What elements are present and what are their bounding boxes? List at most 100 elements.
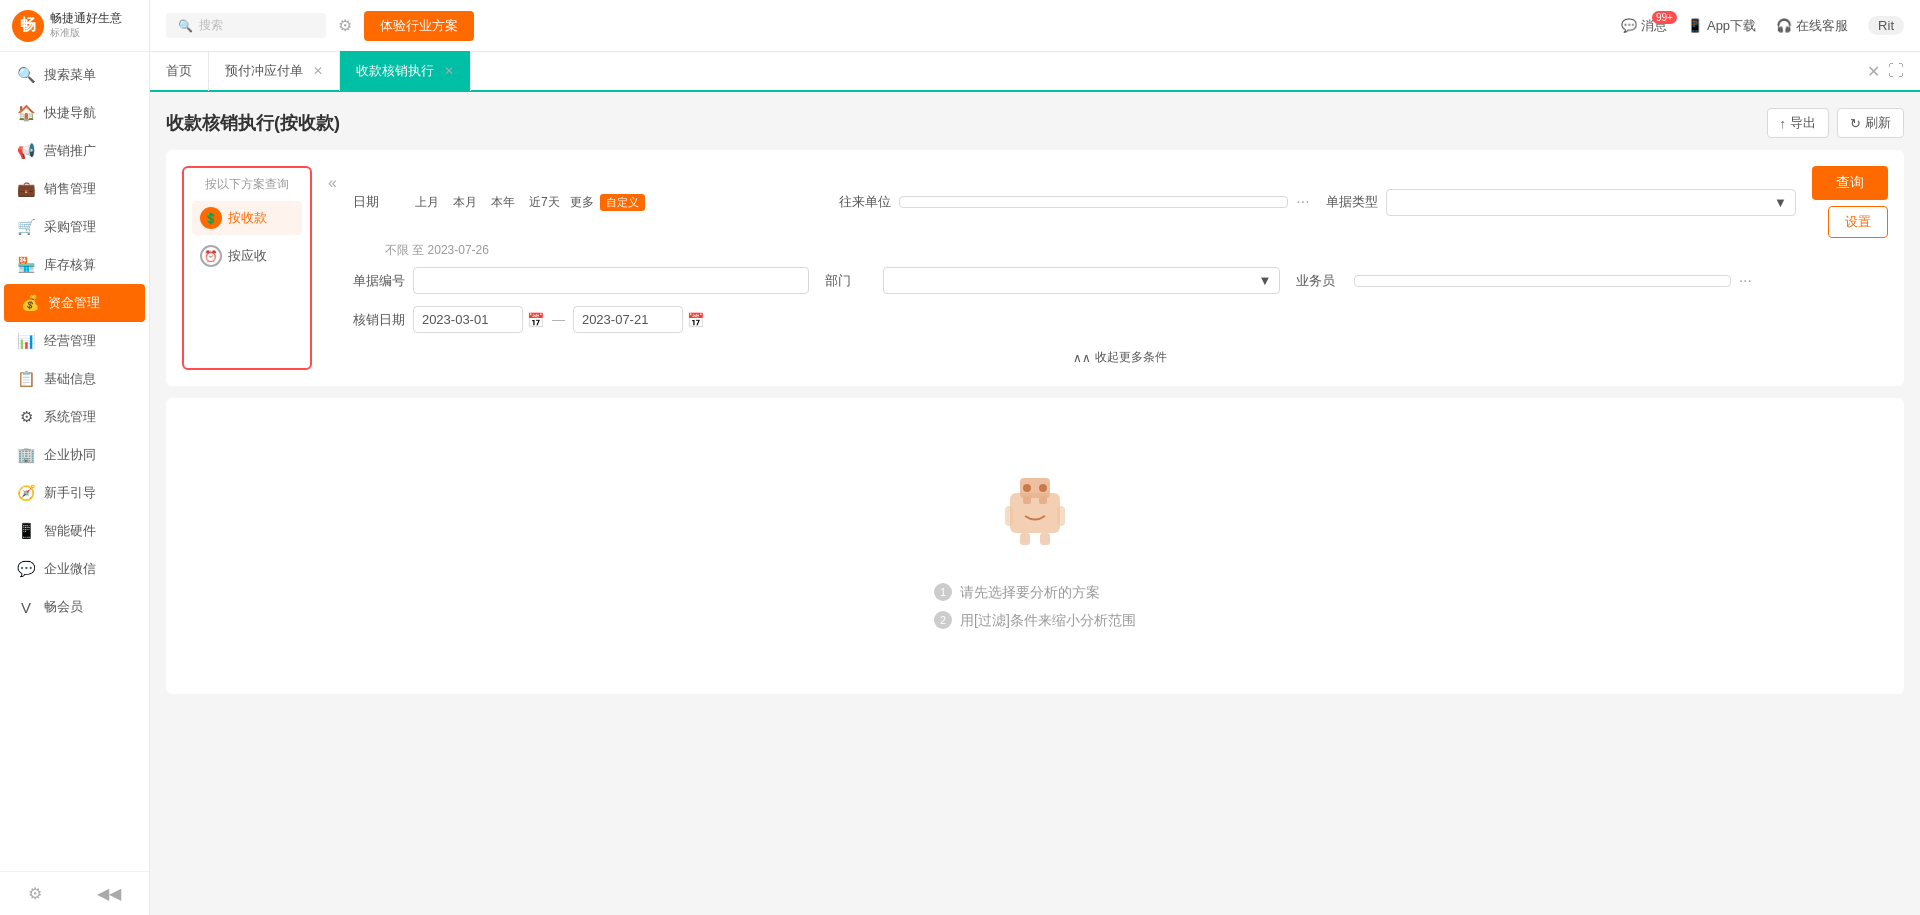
sidebar-nav: 🔍 搜索菜单 🏠 快捷导航 📢 营销推广 💼 销售管理 🛒 采购管理 🏪 库存核…	[0, 52, 149, 871]
operations-icon: 📊	[16, 332, 36, 350]
sidebar-item-weixin[interactable]: 💬 企业微信	[0, 550, 149, 588]
tab-home[interactable]: 首页	[150, 51, 209, 91]
sidebar-item-finance[interactable]: 💰 资金管理	[4, 284, 145, 322]
sidebar-item-sales[interactable]: 💼 销售管理	[0, 170, 149, 208]
counterpart-filter: 往来单位 ···	[839, 193, 1309, 211]
shortcut-more[interactable]: 更多	[570, 194, 594, 211]
shortcut-this-month[interactable]: 本月	[449, 192, 481, 213]
collapse-more-button[interactable]: ∧∧ 收起更多条件	[1061, 345, 1179, 370]
svg-rect-7	[1057, 506, 1065, 526]
sidebar-item-quicknav[interactable]: 🏠 快捷导航	[0, 94, 149, 132]
docno-input[interactable]	[413, 267, 809, 294]
doctype-chevron: ▼	[1774, 195, 1787, 210]
brand-name: 畅捷通好生意	[50, 11, 122, 27]
tab-prepay-close[interactable]: ✕	[313, 64, 323, 78]
topbar-gear-icon[interactable]: ⚙	[338, 16, 352, 35]
svg-rect-9	[1040, 533, 1050, 545]
verify-date-end-input[interactable]	[573, 306, 683, 333]
sidebar-item-system[interactable]: ⚙ 系统管理	[0, 398, 149, 436]
svg-point-2	[1023, 484, 1031, 492]
sidebar-item-label-finance: 资金管理	[48, 294, 100, 312]
message-badge: 99+	[1652, 11, 1677, 24]
collapse-sidebar-icon[interactable]: ◀◀	[89, 880, 129, 907]
doctype-select[interactable]: ▼	[1386, 189, 1796, 216]
user-menu[interactable]: Rit	[1868, 16, 1904, 35]
receivable-icon: ⏰	[200, 245, 222, 267]
message-button[interactable]: 💬 消息 99+	[1621, 17, 1667, 35]
expand-icon[interactable]: ⛶	[1888, 62, 1904, 80]
staff-more-btn[interactable]: ···	[1739, 272, 1752, 290]
sidebar-item-basicinfo[interactable]: 📋 基础信息	[0, 360, 149, 398]
query-button[interactable]: 查询	[1812, 166, 1888, 200]
shortcut-7days[interactable]: 近7天	[525, 192, 564, 213]
hint-item-1: 1 请先选择要分析的方案	[934, 578, 1136, 606]
refresh-button[interactable]: ↻ 刷新	[1837, 108, 1904, 138]
sidebar-item-inventory[interactable]: 🏪 库存核算	[0, 246, 149, 284]
headset-icon: 🎧	[1776, 18, 1792, 33]
filter-option-by-receipt[interactable]: 💲 按收款	[192, 201, 302, 235]
sidebar-item-label-operations: 经营管理	[44, 332, 96, 350]
topbar-search-box[interactable]: 🔍 搜索	[166, 13, 326, 38]
topbar-right: 💬 消息 99+ 📱 App下载 🎧 在线客服 Rit	[1621, 16, 1904, 35]
calendar-start-icon[interactable]: 📅	[527, 312, 544, 328]
collapse-sidebar-btn[interactable]: «	[324, 170, 341, 196]
filter-row-3: 核销日期 📅 — 📅	[353, 306, 1888, 333]
dept-select[interactable]: ▼	[883, 267, 1281, 294]
tab-home-label: 首页	[166, 62, 192, 80]
shortcut-this-year[interactable]: 本年	[487, 192, 519, 213]
sidebar-item-guide[interactable]: 🧭 新手引导	[0, 474, 149, 512]
tab-collection-close[interactable]: ✕	[444, 64, 454, 78]
filter-form: 日期 上月 本月 本年 近7天 更多 自定义	[353, 166, 1888, 370]
svg-rect-5	[1039, 496, 1047, 504]
shortcut-last-month[interactable]: 上月	[411, 192, 443, 213]
online-service-button[interactable]: 🎧 在线客服	[1776, 17, 1848, 35]
doctype-filter: 单据类型 ▼	[1326, 189, 1796, 216]
counterpart-more-btn[interactable]: ···	[1296, 193, 1309, 211]
counterpart-input[interactable]	[899, 196, 1288, 208]
sidebar-item-label-guide: 新手引导	[44, 484, 96, 502]
sidebar-item-label-basicinfo: 基础信息	[44, 370, 96, 388]
settings-button[interactable]: 设置	[1828, 206, 1888, 238]
doctype-label: 单据类型	[1326, 193, 1378, 211]
export-button[interactable]: ↑ 导出	[1767, 108, 1830, 138]
settings-icon[interactable]: ⚙	[20, 880, 50, 907]
custom-date-tag[interactable]: 自定义	[600, 194, 645, 211]
sidebar-item-search[interactable]: 🔍 搜索菜单	[0, 56, 149, 94]
search-icon: 🔍	[16, 66, 36, 84]
sidebar-item-purchase[interactable]: 🛒 采购管理	[0, 208, 149, 246]
close-window-icon[interactable]: ✕	[1867, 62, 1880, 81]
calendar-end-icon[interactable]: 📅	[687, 312, 704, 328]
sidebar-item-member[interactable]: V 畅会员	[0, 588, 149, 626]
receipt-icon: 💲	[200, 207, 222, 229]
filter-sidebar-title: 按以下方案查询	[192, 176, 302, 193]
member-icon: V	[16, 599, 36, 616]
sidebar-item-enterprise[interactable]: 🏢 企业协同	[0, 436, 149, 474]
filter-option-by-receivable[interactable]: ⏰ 按应收	[192, 239, 302, 273]
sidebar-item-operations[interactable]: 📊 经营管理	[0, 322, 149, 360]
enterprise-icon: 🏢	[16, 446, 36, 464]
staff-label: 业务员	[1296, 272, 1346, 290]
hint-num-2: 2	[934, 611, 952, 629]
verify-date-end-group: 📅	[573, 306, 704, 333]
tab-prepay[interactable]: 预付冲应付单 ✕	[209, 51, 340, 91]
marketing-icon: 📢	[16, 142, 36, 160]
sidebar-item-marketing[interactable]: 📢 营销推广	[0, 132, 149, 170]
sidebar-item-label-system: 系统管理	[44, 408, 96, 426]
date-group: 上月 本月 本年 近7天 更多 自定义	[411, 192, 823, 213]
tab-collection[interactable]: 收款核销执行 ✕	[340, 51, 471, 91]
docno-label: 单据编号	[353, 272, 405, 290]
docno-filter: 单据编号	[353, 267, 809, 294]
solution-button[interactable]: 体验行业方案	[364, 11, 474, 41]
sidebar-bottom: ⚙ ◀◀	[0, 871, 149, 915]
sidebar-item-hardware[interactable]: 📱 智能硬件	[0, 512, 149, 550]
verify-date-start-input[interactable]	[413, 306, 523, 333]
tab-collection-label: 收款核销执行	[356, 62, 434, 80]
page-title: 收款核销执行(按收款)	[166, 111, 340, 135]
staff-input[interactable]	[1354, 275, 1730, 287]
sidebar: 畅 畅捷通好生意 标准版 🔍 搜索菜单 🏠 快捷导航 📢 营销推广 💼 销售管理…	[0, 0, 150, 915]
app-download-button[interactable]: 📱 App下载	[1687, 17, 1756, 35]
brand-edition: 标准版	[50, 26, 122, 40]
weixin-icon: 💬	[16, 560, 36, 578]
filter-row-2: 单据编号 部门 ▼ 业务员 ···	[353, 267, 1888, 294]
filter-panel: 按以下方案查询 💲 按收款 ⏰ 按应收 « 日期	[166, 150, 1904, 386]
